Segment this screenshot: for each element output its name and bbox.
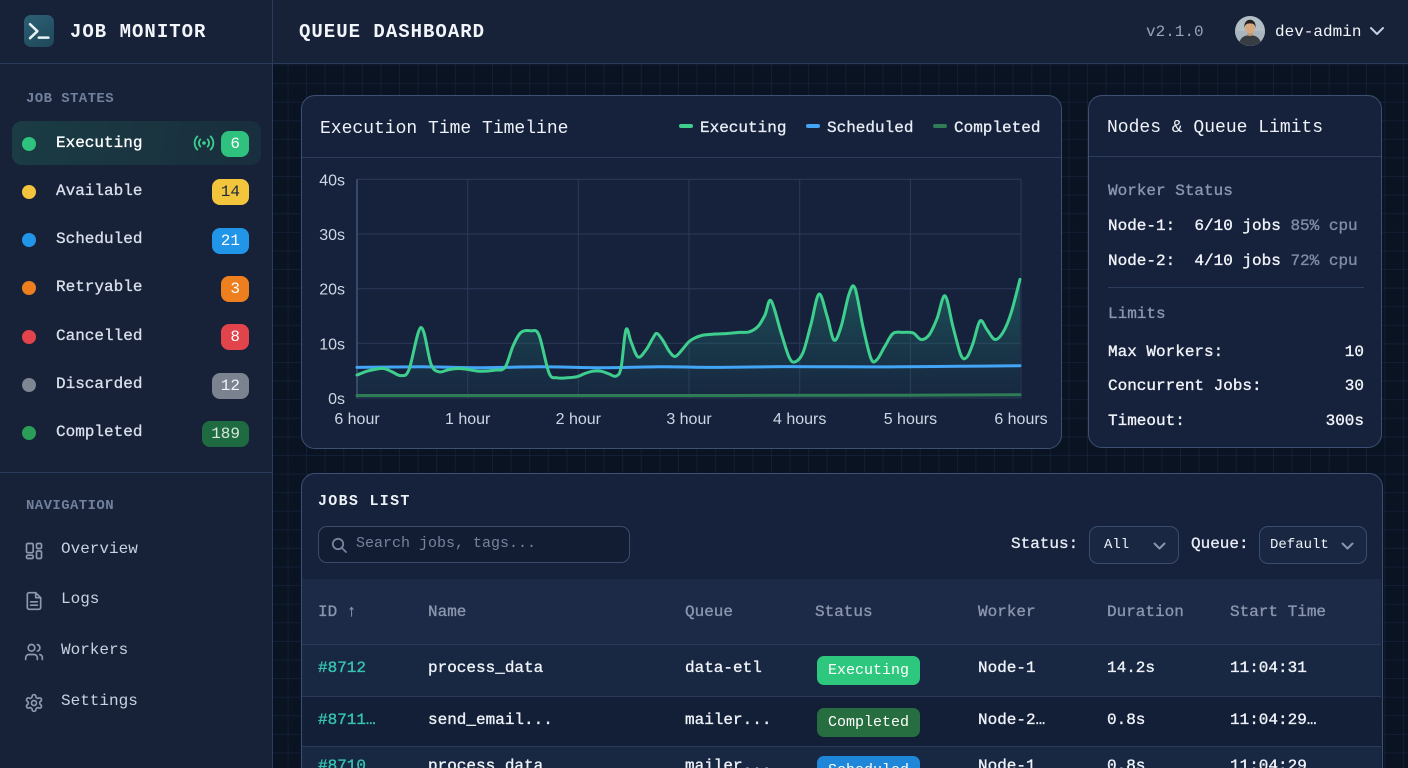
- svg-text:6 hour: 6 hour: [334, 411, 380, 428]
- svg-text:2 hour: 2 hour: [556, 411, 602, 428]
- svg-text:4 hours: 4 hours: [773, 411, 826, 428]
- svg-text:20s: 20s: [319, 282, 345, 299]
- svg-text:3 hour: 3 hour: [666, 411, 712, 428]
- svg-text:40s: 40s: [319, 172, 345, 189]
- svg-text:10s: 10s: [319, 336, 345, 353]
- svg-text:30s: 30s: [319, 227, 345, 244]
- svg-text:5 hours: 5 hours: [884, 411, 937, 428]
- svg-text:0s: 0s: [328, 391, 345, 408]
- svg-text:1 hour: 1 hour: [445, 411, 491, 428]
- svg-text:6 hours: 6 hours: [994, 411, 1047, 428]
